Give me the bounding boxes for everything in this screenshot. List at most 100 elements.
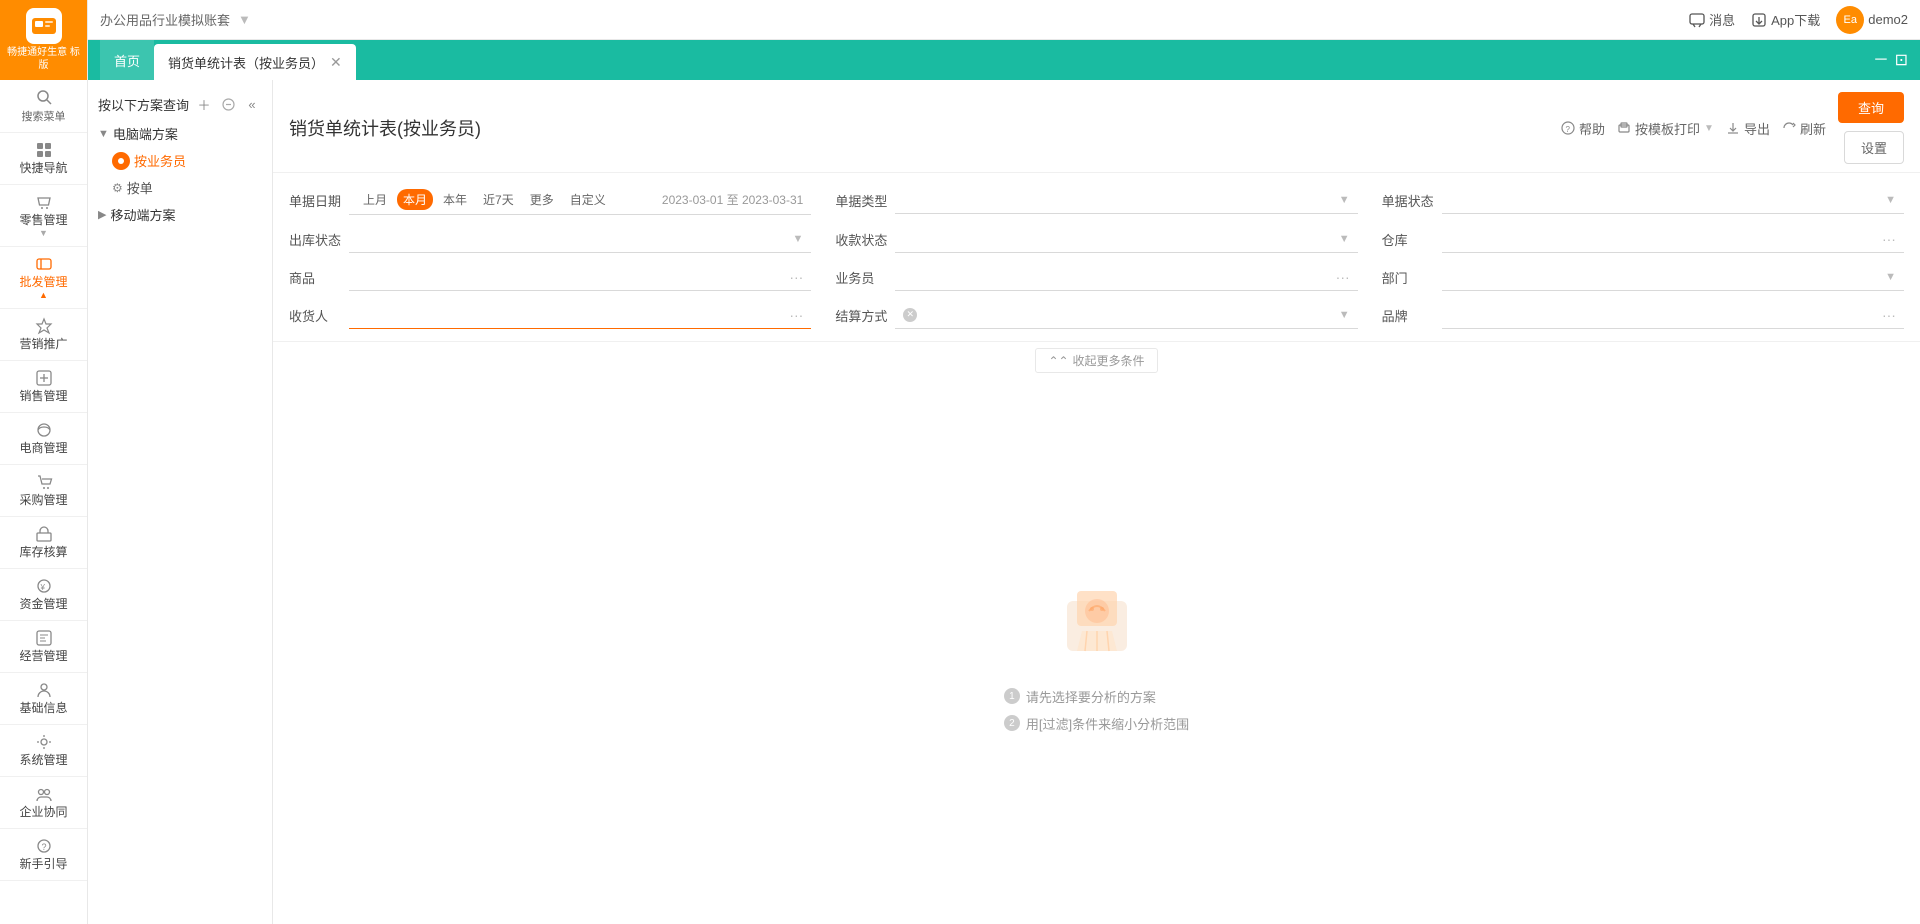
sidebar-label-retail: 零售管理 — [19, 211, 67, 228]
consignee-input[interactable]: ··· — [349, 301, 811, 329]
maximize-btn[interactable]: ⊡ — [1895, 50, 1908, 70]
empty-state: 1 请先选择要分析的方案 2 用[过滤]条件来缩小分析范围 — [273, 379, 1920, 924]
sidebar-item-search[interactable]: 搜索菜单 — [0, 80, 87, 133]
scheme-mobile[interactable]: ▶ 移动端方案 — [88, 201, 272, 228]
filter-outstatus: 出库状态 ▼ — [289, 225, 811, 253]
outstatus-label: 出库状态 — [289, 230, 349, 249]
goods-label: 商品 — [289, 268, 349, 287]
sidebar-item-newbie[interactable]: ? 新手引导 — [0, 829, 87, 881]
breadcrumb-text: 办公用品行业模拟账套 — [100, 10, 230, 29]
brand-select[interactable]: ··· — [1442, 301, 1904, 329]
empty-tip-2: 2 用[过滤]条件来缩小分析范围 — [1004, 714, 1189, 733]
scheme-active-icon — [112, 152, 130, 170]
settlement-clear-btn[interactable]: ✕ — [903, 308, 917, 322]
message-btn[interactable]: 消息 — [1689, 10, 1735, 29]
sidebar-item-ecom[interactable]: 电商管理 — [0, 413, 87, 465]
dept-select[interactable]: ▼ — [1442, 263, 1904, 291]
date-label: 单据日期 — [289, 191, 349, 210]
dept-chevron: ▼ — [1885, 271, 1896, 283]
user-menu[interactable]: Ea demo2 — [1836, 6, 1908, 34]
sidebar-item-finance[interactable]: ¥ 资金管理 — [0, 569, 87, 621]
sidebar-item-purchase[interactable]: 采购管理 — [0, 465, 87, 517]
sidebar-item-inventory[interactable]: 库存核算 — [0, 517, 87, 569]
sidebar-item-marketing[interactable]: 营销推广 — [0, 309, 87, 361]
scheme-desktop[interactable]: ▼ 电脑端方案 — [88, 120, 272, 147]
query-button[interactable]: 查询 — [1838, 92, 1904, 123]
doctype-select[interactable]: ▼ — [895, 186, 1357, 214]
add-scheme-btn[interactable]: ＋ — [194, 94, 214, 114]
sidebar-item-retail[interactable]: 零售管理 ▼ — [0, 185, 87, 247]
receiptstatus-select[interactable]: ▼ — [895, 225, 1357, 253]
salesperson-dots: ··· — [1336, 269, 1350, 285]
topbar-actions: 消息 App下载 Ea demo2 — [1689, 6, 1908, 34]
date-option-thisyear[interactable]: 本年 — [437, 189, 473, 210]
consignee-label: 收货人 — [289, 306, 349, 325]
date-option-7days[interactable]: 近7天 — [477, 189, 520, 210]
warehouse-select[interactable]: ··· — [1442, 225, 1904, 253]
tip-num-2: 2 — [1004, 715, 1020, 731]
sidebar-item-sysadmin[interactable]: 系统管理 — [0, 725, 87, 777]
filter-settlement: 结算方式 ✕ ▼ — [835, 301, 1357, 329]
sidebar-item-wholesale[interactable]: 批发管理 ▲ — [0, 247, 87, 309]
docstatus-select[interactable]: ▼ — [1442, 186, 1904, 214]
minimize-btn[interactable]: ─ — [1875, 51, 1886, 69]
refresh-btn[interactable]: 刷新 — [1782, 119, 1826, 138]
date-option-thismonth[interactable]: 本月 — [397, 189, 433, 210]
sidebar-label-search: 搜索菜单 — [22, 108, 66, 124]
page-title: 销货单统计表(按业务员) — [289, 115, 481, 141]
date-picker[interactable]: 上月 本月 本年 近7天 更多 自定义 2023-03-01 至 2023-03… — [349, 185, 811, 215]
user-avatar: Ea — [1836, 6, 1864, 34]
tab-sales-stat-label: 销货单统计表（按业务员） — [168, 53, 324, 72]
left-panel: 按以下方案查询 ＋ « ▼ 电脑端方案 按业务员 — [88, 80, 273, 924]
help-btn[interactable]: ? 帮助 — [1561, 119, 1605, 138]
sidebar-item-basicinfo[interactable]: 基础信息 — [0, 673, 87, 725]
outstatus-select[interactable]: ▼ — [349, 225, 811, 253]
sidebar-label-operations: 经营管理 — [19, 647, 67, 664]
user-initial: Ea — [1844, 14, 1857, 26]
filter-date: 单据日期 上月 本月 本年 近7天 更多 自定义 2023-03-01 至 20… — [289, 185, 811, 215]
settlement-with-x: ✕ — [903, 308, 917, 322]
tab-close-btn[interactable]: ✕ — [330, 55, 342, 69]
print-btn[interactable]: 按模板打印 ▼ — [1617, 119, 1714, 138]
sidebar-item-quicknav[interactable]: 快捷导航 — [0, 133, 87, 185]
doctype-chevron: ▼ — [1339, 194, 1350, 206]
collapse-bar: ⌃⌃ 收起更多条件 — [273, 342, 1920, 379]
appdownload-btn[interactable]: App下载 — [1751, 10, 1820, 29]
date-option-custom[interactable]: 自定义 — [564, 189, 612, 210]
edit-scheme-btn[interactable] — [218, 94, 238, 114]
goods-select[interactable]: ··· — [349, 263, 811, 291]
date-option-lastmonth[interactable]: 上月 — [357, 189, 393, 210]
brand-label: 品牌 — [1382, 306, 1442, 325]
collapse-scheme-btn[interactable]: « — [242, 94, 262, 114]
scheme-by-salesperson[interactable]: 按业务员 — [88, 147, 272, 174]
sidebar-label-collab: 企业协同 — [19, 803, 67, 820]
date-option-more[interactable]: 更多 — [524, 189, 560, 210]
tab-sales-stat[interactable]: 销货单统计表（按业务员） ✕ — [154, 44, 356, 80]
sidebar-label-basicinfo: 基础信息 — [19, 699, 67, 716]
filter-consignee: 收货人 ··· — [289, 301, 811, 329]
settlement-chevron: ▼ — [1339, 309, 1350, 321]
page-header-actions: ? 帮助 按模板打印 ▼ 导出 刷新 — [1561, 92, 1904, 164]
main-area: 办公用品行业模拟账套 ▼ 消息 App下载 Ea demo2 首页 — [88, 0, 1920, 924]
desktop-label: 电脑端方案 — [113, 124, 178, 143]
salesperson-select[interactable]: ··· — [895, 263, 1357, 291]
scheme-by-order[interactable]: ⚙ 按单 — [88, 174, 272, 201]
warehouse-dots: ··· — [1882, 231, 1896, 247]
right-panel: 销货单统计表(按业务员) ? 帮助 按模板打印 ▼ 导出 — [273, 80, 1920, 924]
sidebar-item-collab[interactable]: 企业协同 — [0, 777, 87, 829]
settlement-select[interactable]: ✕ ▼ — [895, 301, 1357, 329]
breadcrumb-chevron: ▼ — [238, 12, 251, 27]
sidebar-item-sales[interactable]: 销售管理 — [0, 361, 87, 413]
collapse-btn[interactable]: ⌃⌃ 收起更多条件 — [1035, 348, 1157, 373]
filter-goods: 商品 ··· — [289, 263, 811, 291]
sidebar-item-operations[interactable]: 经营管理 — [0, 621, 87, 673]
desktop-expand: ▼ — [98, 128, 109, 140]
empty-tips: 1 请先选择要分析的方案 2 用[过滤]条件来缩小分析范围 — [1004, 687, 1189, 733]
sidebar-logo[interactable]: 畅捷通好生意 标版 — [0, 0, 87, 80]
topbar: 办公用品行业模拟账套 ▼ 消息 App下载 Ea demo2 — [88, 0, 1920, 40]
settings-button[interactable]: 设置 — [1844, 131, 1904, 164]
filter-receiptstatus: 收款状态 ▼ — [835, 225, 1357, 253]
export-btn[interactable]: 导出 — [1726, 119, 1770, 138]
tab-home[interactable]: 首页 — [100, 40, 154, 80]
sidebar-label-newbie: 新手引导 — [19, 855, 67, 872]
